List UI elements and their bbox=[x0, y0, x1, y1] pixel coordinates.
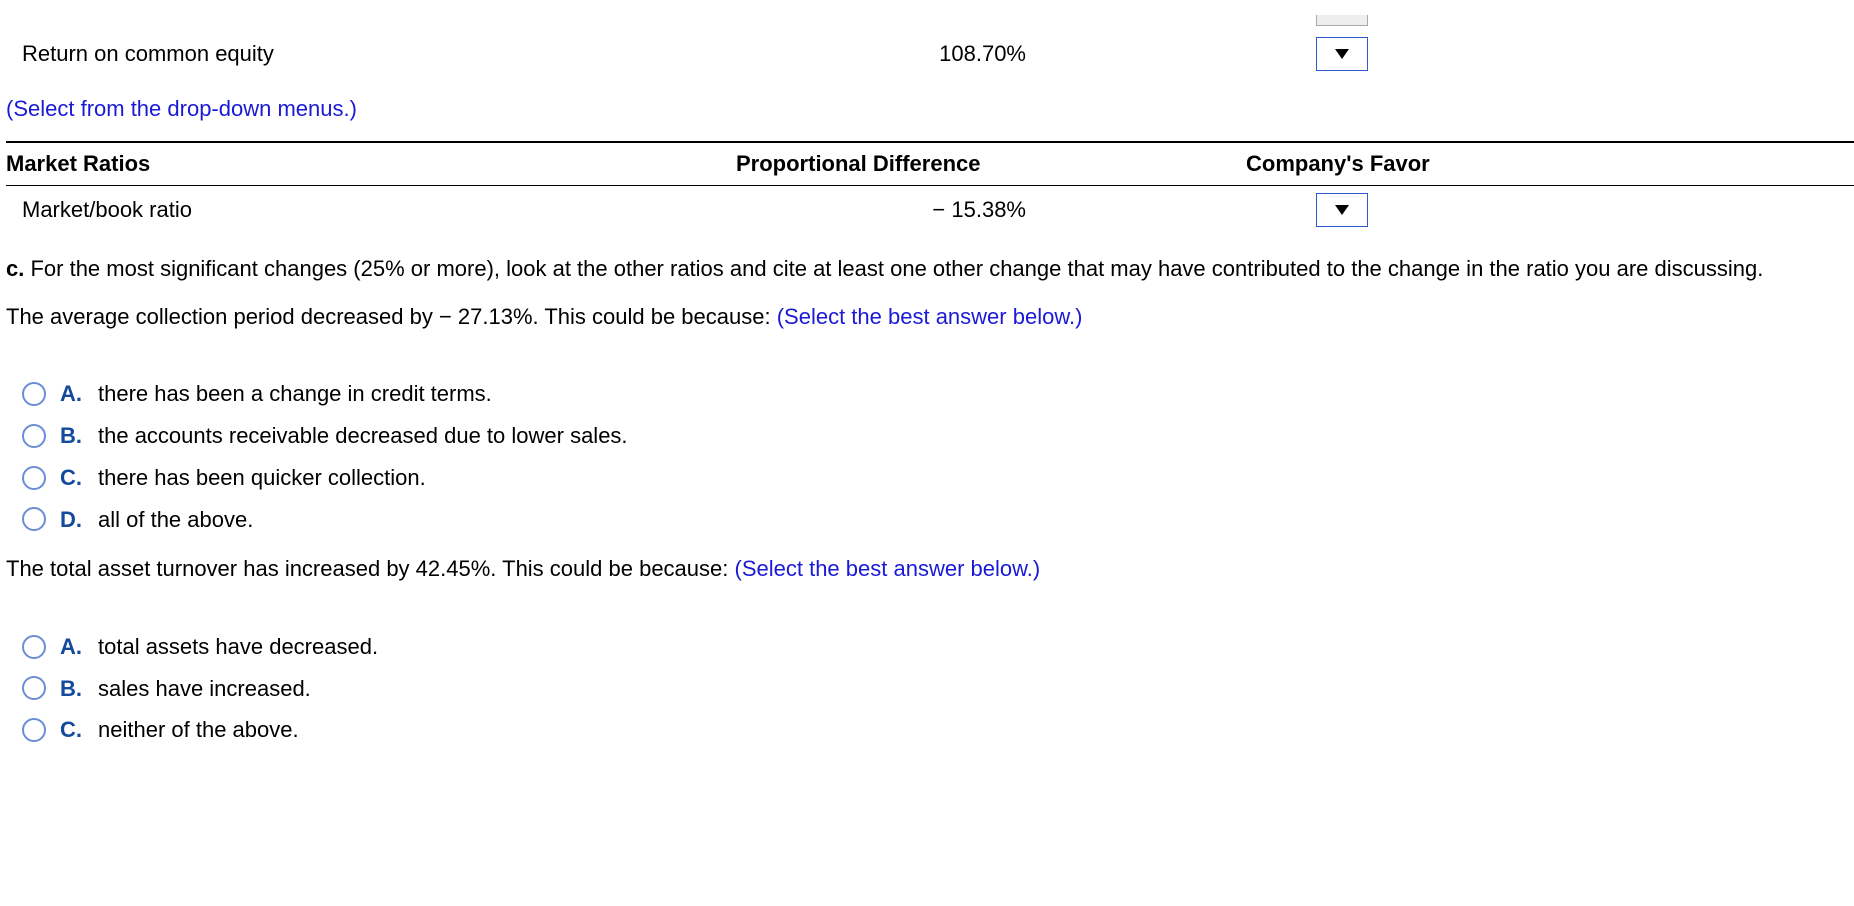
q1-option-text: there has been quicker collection. bbox=[98, 463, 426, 493]
dropdown-instruction: (Select from the drop-down menus.) bbox=[6, 94, 1854, 124]
roe-favor-dropdown[interactable] bbox=[1316, 37, 1368, 71]
q1-option-A: A. there has been a change in credit term… bbox=[6, 379, 1854, 409]
part-c-letter: c. bbox=[6, 256, 24, 281]
q1-option-text: the accounts receivable decreased due to… bbox=[98, 421, 628, 451]
prev-favor-dropdown-partial bbox=[1316, 15, 1368, 26]
q2-radio-B[interactable] bbox=[22, 676, 46, 700]
q1-option-letter: C. bbox=[60, 463, 84, 493]
row-return-on-equity: Return on common equity 108.70% bbox=[6, 34, 1854, 74]
q1-radio-B[interactable] bbox=[22, 424, 46, 448]
q1-stem-b: . This could be because: bbox=[533, 304, 777, 329]
row-market-book: Market/book ratio − 15.38% bbox=[6, 190, 1854, 230]
q1-option-letter: A. bbox=[60, 379, 84, 409]
q2-stem-a: The total asset turnover has increased b… bbox=[6, 556, 416, 581]
q2-option-text: sales have increased. bbox=[98, 674, 311, 704]
q1-option-D: D. all of the above. bbox=[6, 505, 1854, 535]
chevron-down-icon bbox=[1335, 49, 1349, 59]
q2-option-letter: B. bbox=[60, 674, 84, 704]
th-market-ratios: Market Ratios bbox=[6, 142, 736, 185]
q2-option-A: A. total assets have decreased. bbox=[6, 632, 1854, 662]
q1-radio-A[interactable] bbox=[22, 382, 46, 406]
roe-label: Return on common equity bbox=[6, 39, 736, 69]
q2-paren: (Select the best answer below.) bbox=[735, 556, 1041, 581]
q2-option-B: B. sales have increased. bbox=[6, 674, 1854, 704]
roe-prop-diff: 108.70% bbox=[736, 39, 1086, 69]
part-c-text: For the most significant changes (25% or… bbox=[24, 256, 1763, 281]
market-book-prop-diff: − 15.38% bbox=[736, 195, 1086, 225]
q1-paren: (Select the best answer below.) bbox=[777, 304, 1083, 329]
th-company-favor: Company's Favor bbox=[1086, 142, 1854, 185]
q1-option-text: there has been a change in credit terms. bbox=[98, 379, 492, 409]
q1-option-B: B. the accounts receivable decreased due … bbox=[6, 421, 1854, 451]
q1-option-text: all of the above. bbox=[98, 505, 253, 535]
q2-option-letter: C. bbox=[60, 715, 84, 745]
q2-value: 42.45% bbox=[416, 556, 491, 581]
q1-option-letter: D. bbox=[60, 505, 84, 535]
chevron-down-icon bbox=[1335, 205, 1349, 215]
q1-option-letter: B. bbox=[60, 421, 84, 451]
q1-radio-D[interactable] bbox=[22, 507, 46, 531]
q2-option-text: neither of the above. bbox=[98, 715, 299, 745]
q2-radio-A[interactable] bbox=[22, 635, 46, 659]
q1-stem-a: The average collection period decreased … bbox=[6, 304, 439, 329]
q2-stem: The total asset turnover has increased b… bbox=[6, 554, 1846, 584]
q1-radio-C[interactable] bbox=[22, 466, 46, 490]
q2-option-letter: A. bbox=[60, 632, 84, 662]
part-c-paragraph: c. For the most significant changes (25%… bbox=[6, 254, 1846, 284]
th-prop-diff: Proportional Difference bbox=[736, 142, 1086, 185]
q1-stem: The average collection period decreased … bbox=[6, 302, 1846, 332]
q2-stem-b: . This could be because: bbox=[490, 556, 734, 581]
q2-radio-C[interactable] bbox=[22, 718, 46, 742]
q2-option-text: total assets have decreased. bbox=[98, 632, 378, 662]
market-ratios-header: Market Ratios Proportional Difference Co… bbox=[6, 141, 1854, 186]
market-book-favor-dropdown[interactable] bbox=[1316, 193, 1368, 227]
market-book-label: Market/book ratio bbox=[6, 195, 736, 225]
q2-option-C: C. neither of the above. bbox=[6, 715, 1854, 745]
q1-value: − 27.13% bbox=[439, 304, 533, 329]
q1-option-C: C. there has been quicker collection. bbox=[6, 463, 1854, 493]
